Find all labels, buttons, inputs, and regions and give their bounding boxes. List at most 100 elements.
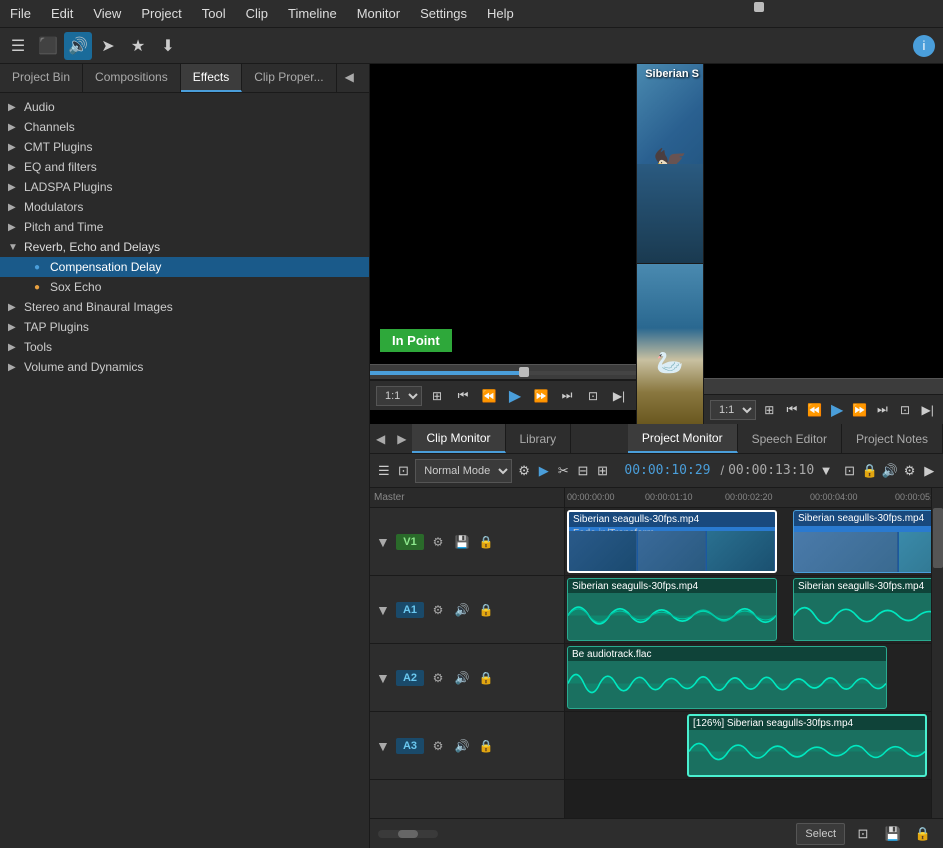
v1-clip-1[interactable]: Siberian seagulls-30fps.mp4 Fade in/Tran… xyxy=(567,510,777,573)
tree-item-modulators[interactable]: ▶ Modulators xyxy=(0,197,369,217)
tl-razor-btn[interactable]: ⚙ xyxy=(516,459,532,483)
toolbar-layout-btn[interactable]: ⬛ xyxy=(34,32,62,60)
second-fit-btn[interactable]: ⊞ xyxy=(760,399,779,421)
toolbar-download-btn[interactable]: ⬇ xyxy=(154,32,182,60)
monitor-loop-btn[interactable]: ⊡ xyxy=(582,385,604,407)
track-v1-save[interactable]: 💾 xyxy=(452,532,472,552)
track-a3-settings[interactable]: ⚙ xyxy=(428,736,448,756)
track-expand-a2[interactable]: ▼ xyxy=(376,670,392,686)
monitor-prev-btn[interactable]: ⏮ xyxy=(452,385,474,407)
tree-item-channels[interactable]: ▶ Channels xyxy=(0,117,369,137)
second-loop-btn[interactable]: ⊡ xyxy=(896,399,915,421)
track-v1-lock[interactable]: 🔒 xyxy=(476,532,496,552)
tree-item-sox-echo[interactable]: ● Sox Echo xyxy=(0,277,369,297)
zoom-select-right[interactable]: 1:1 xyxy=(710,400,756,420)
track-a2-settings[interactable]: ⚙ xyxy=(428,668,448,688)
tree-item-cmt[interactable]: ▶ CMT Plugins xyxy=(0,137,369,157)
tab-clip-monitor[interactable]: Clip Monitor xyxy=(412,424,505,453)
tab-project-notes[interactable]: Project Notes xyxy=(842,424,943,453)
zoom-select-left[interactable]: 1:1 xyxy=(376,386,422,406)
track-a2-lock[interactable]: 🔒 xyxy=(476,668,496,688)
a3-clip-1[interactable]: [126%] Siberian seagulls-30fps.mp4 xyxy=(687,714,927,777)
v1-clip-2[interactable]: Siberian seagulls-30fps.mp4 xyxy=(793,510,931,573)
status-icon-1[interactable]: ⊡ xyxy=(851,822,875,846)
tab-clip-properties[interactable]: Clip Proper... xyxy=(242,64,336,92)
menu-monitor[interactable]: Monitor xyxy=(347,2,410,25)
tab-project-monitor[interactable]: Project Monitor xyxy=(628,424,738,453)
status-icon-2[interactable]: 💾 xyxy=(881,822,905,846)
tab-scroll-left[interactable]: ◀ xyxy=(370,424,391,453)
tl-mode-icon[interactable]: ⊡ xyxy=(396,459,412,483)
tab-speech-editor[interactable]: Speech Editor xyxy=(738,424,842,453)
tl-audio-btn[interactable]: 🔊 xyxy=(882,459,898,483)
menu-tool[interactable]: Tool xyxy=(192,2,236,25)
toolbar-star-btn[interactable]: ★ xyxy=(124,32,152,60)
second-next-btn[interactable]: ⏭ xyxy=(873,399,892,421)
tl-expand-btn[interactable]: ☰ xyxy=(376,459,392,483)
tl-time-expand[interactable]: ▼ xyxy=(818,459,834,483)
tl-lock-btn[interactable]: 🔒 xyxy=(861,459,877,483)
tree-item-ladspa[interactable]: ▶ LADSPA Plugins xyxy=(0,177,369,197)
second-fastfwd-btn[interactable]: ⏩ xyxy=(851,399,870,421)
menu-timeline[interactable]: Timeline xyxy=(278,2,347,25)
track-expand-a1[interactable]: ▼ xyxy=(376,602,392,618)
tab-scroll-right[interactable]: ▶ xyxy=(391,424,412,453)
tl-gap-btn[interactable]: ⊟ xyxy=(575,459,591,483)
toolbar-audio-btn[interactable]: 🔊 xyxy=(64,32,92,60)
mode-select[interactable]: Normal Mode xyxy=(415,459,512,483)
second-rewind-btn[interactable]: ⏪ xyxy=(805,399,824,421)
tab-more-right[interactable]: ▶ xyxy=(362,64,369,92)
tree-item-eq[interactable]: ▶ EQ and filters xyxy=(0,157,369,177)
menu-file[interactable]: File xyxy=(0,2,41,25)
second-play-btn[interactable]: ▶ xyxy=(828,399,847,421)
monitor-next-btn[interactable]: ⏭ xyxy=(556,385,578,407)
monitor-fastfwd-btn[interactable]: ⏩ xyxy=(530,385,552,407)
select-button[interactable]: Select xyxy=(796,823,845,845)
menu-settings[interactable]: Settings xyxy=(410,2,477,25)
tab-project-bin[interactable]: Project Bin xyxy=(0,64,83,92)
ruler-handle[interactable] xyxy=(519,367,529,377)
toolbar-arrow-btn[interactable]: ➤ xyxy=(94,32,122,60)
a2-clip-1[interactable]: Be audiotrack.flac xyxy=(567,646,887,709)
track-a3-lock[interactable]: 🔒 xyxy=(476,736,496,756)
scroll-thumb[interactable] xyxy=(398,830,418,838)
monitor-play-btn[interactable]: ▶ xyxy=(504,385,526,407)
track-a1-mute[interactable]: 🔊 xyxy=(452,600,472,620)
tab-compositions[interactable]: Compositions xyxy=(83,64,181,92)
menu-project[interactable]: Project xyxy=(131,2,191,25)
tree-item-tap[interactable]: ▶ TAP Plugins xyxy=(0,317,369,337)
menu-view[interactable]: View xyxy=(83,2,131,25)
second-more-btn[interactable]: ▶| xyxy=(918,399,937,421)
track-a1-settings[interactable]: ⚙ xyxy=(428,600,448,620)
tl-arrow-btn[interactable]: ▶ xyxy=(536,459,552,483)
toolbar-menu-btn[interactable]: ☰ xyxy=(4,32,32,60)
tl-cut-btn[interactable]: ✂ xyxy=(556,459,572,483)
tl-vscroll-thumb[interactable] xyxy=(933,508,943,568)
a1-clip-1[interactable]: Siberian seagulls-30fps.mp4 xyxy=(567,578,777,641)
tl-settings-btn[interactable]: ⚙ xyxy=(902,459,918,483)
second-prev-btn[interactable]: ⏮ xyxy=(783,399,802,421)
tree-item-reverb[interactable]: ▼ Reverb, Echo and Delays xyxy=(0,237,369,257)
tree-item-compensation-delay[interactable]: ● Compensation Delay xyxy=(0,257,369,277)
track-a1-lock[interactable]: 🔒 xyxy=(476,600,496,620)
tab-effects[interactable]: Effects xyxy=(181,64,242,92)
tree-item-volume[interactable]: ▶ Volume and Dynamics xyxy=(0,357,369,377)
monitor-more-btn[interactable]: ▶| xyxy=(608,385,630,407)
monitor-fit-btn[interactable]: ⊞ xyxy=(426,385,448,407)
track-a2-mute[interactable]: 🔊 xyxy=(452,668,472,688)
track-expand-v1[interactable]: ▼ xyxy=(376,534,392,550)
tl-link-btn[interactable]: ⊞ xyxy=(595,459,611,483)
tl-vscrollbar[interactable] xyxy=(931,488,943,818)
tree-item-audio[interactable]: ▶ Audio xyxy=(0,97,369,117)
monitor-rewind-btn[interactable]: ⏪ xyxy=(478,385,500,407)
tl-snap-btn[interactable]: ⊡ xyxy=(842,459,858,483)
menu-help[interactable]: Help xyxy=(477,2,524,25)
menu-clip[interactable]: Clip xyxy=(236,2,278,25)
tree-item-pitch[interactable]: ▶ Pitch and Time xyxy=(0,217,369,237)
track-expand-a3[interactable]: ▼ xyxy=(376,738,392,754)
track-a3-mute[interactable]: 🔊 xyxy=(452,736,472,756)
tab-library[interactable]: Library xyxy=(506,424,572,453)
menu-edit[interactable]: Edit xyxy=(41,2,83,25)
tab-more-left[interactable]: ◀ xyxy=(337,64,362,92)
tree-item-tools[interactable]: ▶ Tools xyxy=(0,337,369,357)
